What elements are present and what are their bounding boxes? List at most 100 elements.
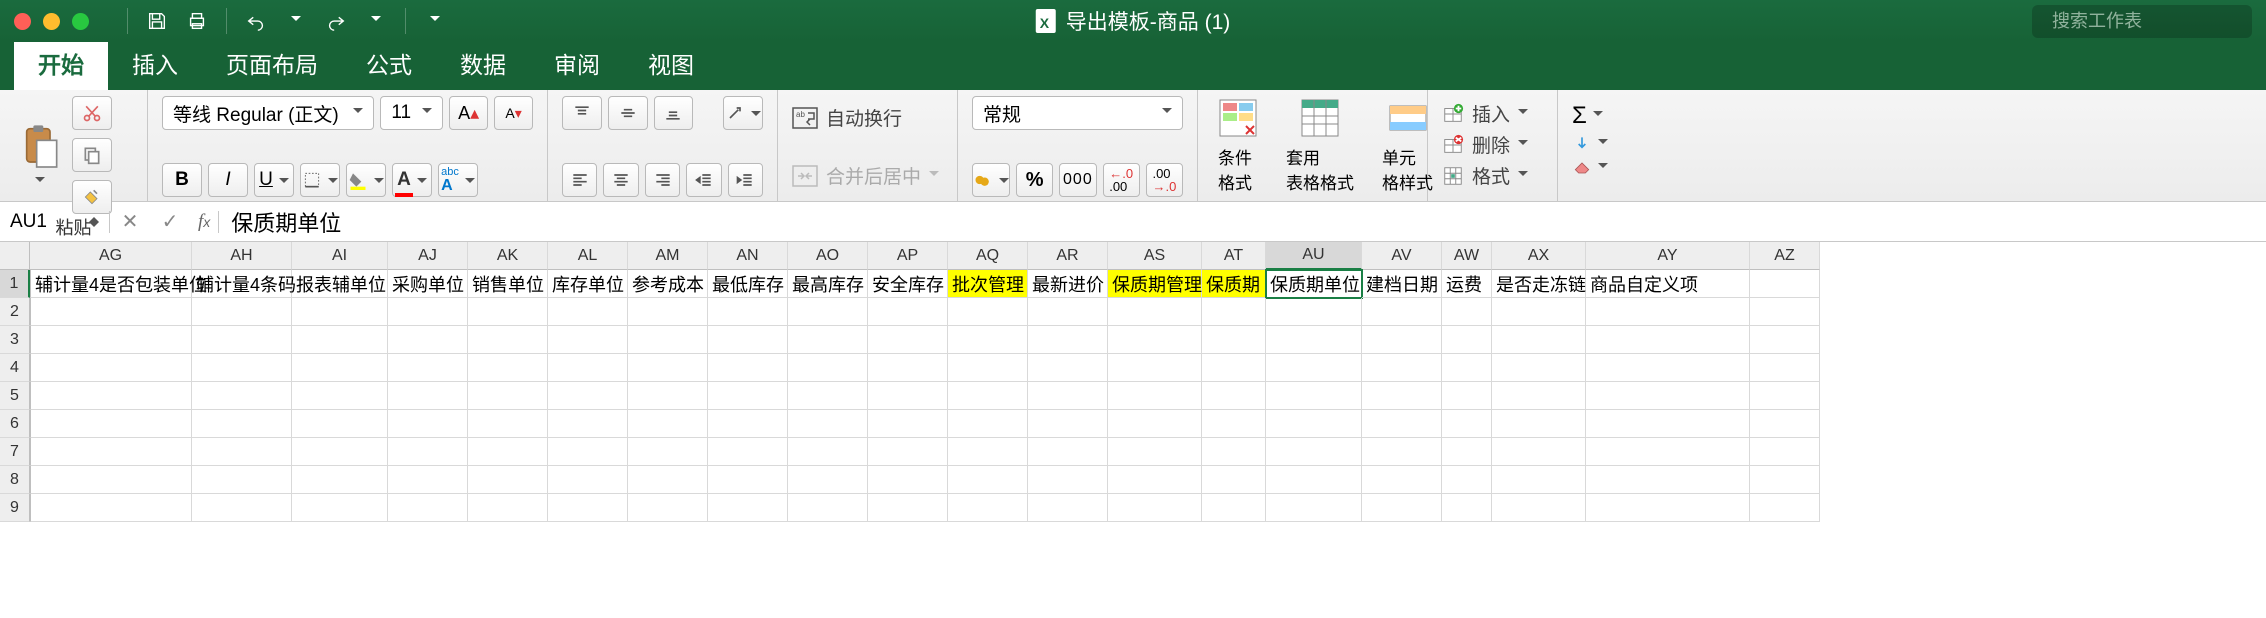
cell[interactable]: [1362, 298, 1442, 326]
cell[interactable]: [468, 298, 548, 326]
cell[interactable]: [1442, 410, 1492, 438]
column-header[interactable]: AZ: [1750, 242, 1820, 270]
font-name-select[interactable]: 等线 Regular (正文): [162, 96, 374, 130]
cell[interactable]: 辅计量4条码: [192, 270, 292, 298]
column-header[interactable]: AK: [468, 242, 548, 270]
underline-button[interactable]: U: [254, 163, 294, 197]
cell[interactable]: [468, 466, 548, 494]
cell[interactable]: [1108, 326, 1202, 354]
cell[interactable]: [292, 382, 388, 410]
fill-color-button[interactable]: [346, 163, 386, 197]
cell[interactable]: [1442, 298, 1492, 326]
column-header[interactable]: AT: [1202, 242, 1266, 270]
cell[interactable]: [30, 298, 192, 326]
cell[interactable]: [1362, 354, 1442, 382]
cell[interactable]: [1266, 326, 1362, 354]
cell[interactable]: [1362, 466, 1442, 494]
cell[interactable]: [1108, 466, 1202, 494]
cell[interactable]: [788, 326, 868, 354]
align-left-button[interactable]: [562, 163, 597, 197]
cell[interactable]: [1028, 494, 1108, 522]
tab-插入[interactable]: 插入: [108, 34, 202, 90]
clear-button[interactable]: [1572, 158, 2252, 178]
name-box[interactable]: AU1: [0, 211, 110, 233]
tab-开始[interactable]: 开始: [14, 34, 108, 90]
cell[interactable]: [192, 410, 292, 438]
cell[interactable]: [30, 494, 192, 522]
cell[interactable]: 参考成本: [628, 270, 708, 298]
align-center-button[interactable]: [603, 163, 638, 197]
row-header[interactable]: 4: [0, 354, 30, 382]
cell[interactable]: [1492, 438, 1586, 466]
cell[interactable]: [628, 438, 708, 466]
close-window-button[interactable]: [14, 13, 31, 30]
cell[interactable]: [548, 326, 628, 354]
cell[interactable]: [292, 326, 388, 354]
decrease-font-button[interactable]: A▾: [494, 96, 533, 130]
row-header[interactable]: 7: [0, 438, 30, 466]
cell[interactable]: [292, 466, 388, 494]
cell[interactable]: [1202, 438, 1266, 466]
cell[interactable]: [1202, 382, 1266, 410]
cell[interactable]: [1362, 326, 1442, 354]
cell[interactable]: [708, 326, 788, 354]
cell[interactable]: [1362, 410, 1442, 438]
cell[interactable]: [708, 494, 788, 522]
cell[interactable]: [292, 494, 388, 522]
redo-dropdown[interactable]: [359, 6, 393, 36]
cell[interactable]: [788, 466, 868, 494]
cell[interactable]: [868, 438, 948, 466]
tab-审阅[interactable]: 审阅: [530, 34, 624, 90]
cell[interactable]: [548, 438, 628, 466]
cell[interactable]: [1586, 466, 1750, 494]
cell[interactable]: [1492, 298, 1586, 326]
column-header[interactable]: AX: [1492, 242, 1586, 270]
cell[interactable]: [1362, 382, 1442, 410]
cell[interactable]: [1750, 438, 1820, 466]
cell[interactable]: [292, 298, 388, 326]
cell[interactable]: [1108, 410, 1202, 438]
cell[interactable]: [1492, 354, 1586, 382]
border-button[interactable]: [300, 163, 340, 197]
cell[interactable]: [1028, 438, 1108, 466]
cell[interactable]: [548, 382, 628, 410]
cell[interactable]: [1750, 410, 1820, 438]
cell[interactable]: [1266, 438, 1362, 466]
cell[interactable]: [1586, 438, 1750, 466]
cell[interactable]: [948, 326, 1028, 354]
column-header[interactable]: AR: [1028, 242, 1108, 270]
column-header[interactable]: AM: [628, 242, 708, 270]
cell[interactable]: [948, 410, 1028, 438]
cell[interactable]: [468, 382, 548, 410]
cell[interactable]: [1586, 326, 1750, 354]
cell[interactable]: [548, 354, 628, 382]
cell[interactable]: [192, 326, 292, 354]
cell[interactable]: [948, 298, 1028, 326]
cell[interactable]: [1028, 354, 1108, 382]
cell[interactable]: [30, 410, 192, 438]
cell[interactable]: [868, 466, 948, 494]
cell[interactable]: [788, 354, 868, 382]
cell[interactable]: [548, 466, 628, 494]
cell[interactable]: [708, 298, 788, 326]
cell[interactable]: [1750, 382, 1820, 410]
enter-formula-button[interactable]: ✓: [150, 209, 190, 234]
bold-button[interactable]: B: [162, 163, 202, 197]
cell[interactable]: [1108, 494, 1202, 522]
cell[interactable]: [788, 298, 868, 326]
cell[interactable]: [1028, 326, 1108, 354]
row-header[interactable]: 3: [0, 326, 30, 354]
cell[interactable]: [1266, 466, 1362, 494]
search-input[interactable]: [2052, 11, 2266, 32]
cell[interactable]: [628, 298, 708, 326]
cell[interactable]: [30, 438, 192, 466]
cell[interactable]: [628, 466, 708, 494]
cell[interactable]: [948, 382, 1028, 410]
column-header[interactable]: AW: [1442, 242, 1492, 270]
select-all-corner[interactable]: [0, 242, 30, 270]
column-header[interactable]: AL: [548, 242, 628, 270]
cell[interactable]: 保质期单位: [1266, 270, 1362, 298]
percent-button[interactable]: %: [1016, 163, 1053, 197]
cell[interactable]: [1492, 410, 1586, 438]
font-color-button[interactable]: A: [392, 163, 432, 197]
